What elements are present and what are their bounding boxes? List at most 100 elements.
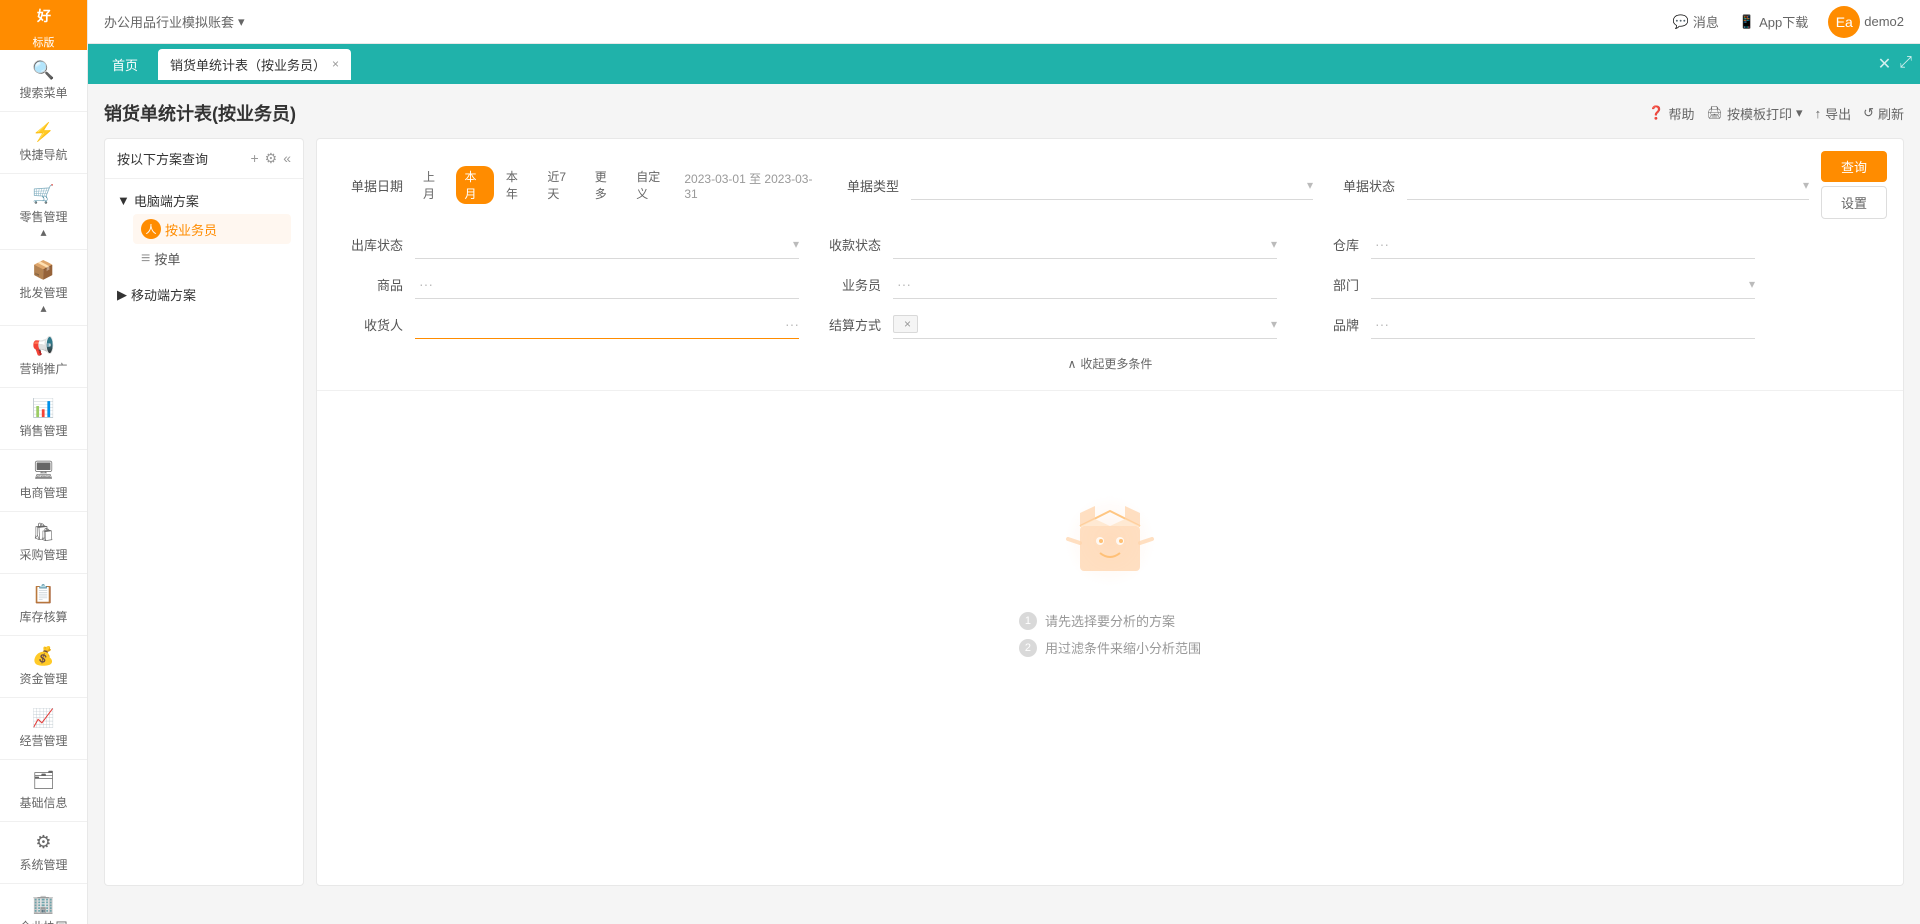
template-print-btn[interactable]: 🖨 按模板打印 ▾ — [1707, 104, 1803, 123]
settings-button[interactable]: 设置 — [1821, 186, 1887, 219]
sidebar-item-search[interactable]: 🔍 搜索菜单 — [0, 50, 87, 112]
settlement-select[interactable]: × ▾ — [893, 309, 1277, 339]
doc-status-select[interactable]: ▾ — [1407, 170, 1809, 200]
sidebar-item-label: 搜索菜单 — [19, 84, 67, 101]
settlement-chevron-icon: ▾ — [1271, 317, 1277, 331]
tab-home[interactable]: 首页 — [96, 49, 154, 80]
tree-desktop[interactable]: ▼ 电脑端方案 — [117, 187, 291, 214]
receiver-dots-icon[interactable]: ··· — [781, 316, 799, 332]
sidebar-item-label: 批发管理 — [19, 284, 67, 301]
date-filter: 上月 本月 本年 近7天 更多 自定义 2023-03-01 至 2023-03… — [415, 166, 817, 204]
username: demo2 — [1864, 14, 1904, 29]
sidebar-item-label: 采购管理 — [19, 546, 67, 563]
date-tab-lastmonth[interactable]: 上月 — [415, 166, 452, 204]
breadcrumb-text: 办公用品行业模拟账套 — [104, 12, 234, 31]
sidebar-item-quicknav[interactable]: ⚡ 快捷导航 — [0, 112, 87, 174]
date-tab-thismonth[interactable]: 本月 — [456, 166, 493, 204]
date-tab-7days[interactable]: 近7天 — [539, 166, 582, 204]
tab-close-icon[interactable]: × — [332, 58, 339, 70]
help-icon: ❓ — [1648, 105, 1664, 121]
sidebar-item-wholesale[interactable]: 📦 批发管理 ▴ — [0, 250, 87, 326]
sidebar-item-purchase[interactable]: 🛍 采购管理 — [0, 512, 87, 574]
filter-row-2: 出库状态 ▾ 收款状态 ▾ 仓库 ··· — [333, 229, 1887, 259]
warehouse-dots-icon[interactable]: ··· — [1371, 236, 1389, 252]
app-logo[interactable]: 好 标版 — [0, 0, 88, 50]
sidebar-item-sales[interactable]: 📊 销售管理 — [0, 388, 87, 450]
expand-icon: ▴ — [40, 301, 46, 315]
export-btn[interactable]: ↑ 导出 — [1815, 104, 1852, 123]
header-right: 💬 消息 📱 App下载 Ea demo2 — [1673, 6, 1904, 38]
sidebar-item-ecommerce[interactable]: 🖥 电商管理 — [0, 450, 87, 512]
date-tab-custom[interactable]: 自定义 — [628, 166, 676, 204]
receiver-control[interactable]: ··· — [415, 309, 799, 339]
print-label: 按模板打印 — [1727, 104, 1792, 123]
operations-icon: 📈 — [32, 708, 54, 729]
retail-icon: 🛒 — [32, 184, 54, 205]
warehouse-control[interactable]: ··· — [1371, 229, 1755, 259]
receiver-input[interactable] — [415, 316, 781, 331]
message-icon: 💬 — [1673, 14, 1689, 30]
salesperson-dots-icon[interactable]: ··· — [893, 276, 911, 292]
sidebar-item-label: 库存核算 — [19, 608, 67, 625]
collapse-conditions-btn[interactable]: ∧ 收起更多条件 — [333, 349, 1887, 378]
out-status-select[interactable]: ▾ — [415, 229, 799, 259]
scheme-tree: ▼ 电脑端方案 人 按业务员 ≡ 按单 ▶ — [105, 179, 303, 316]
tab-bar-actions: ✕ ⤢ — [1878, 54, 1912, 74]
quicknav-icon: ⚡ — [32, 122, 54, 143]
tab-maximize-icon[interactable]: ⤢ — [1899, 54, 1912, 74]
app-download-action[interactable]: 📱 App下载 — [1739, 12, 1808, 31]
sidebar-item-label: 快捷导航 — [19, 146, 67, 163]
user-profile[interactable]: Ea demo2 — [1828, 6, 1904, 38]
payment-status-select[interactable]: ▾ — [893, 229, 1277, 259]
tip-text-1: 请先选择要分析的方案 — [1045, 611, 1175, 630]
sidebar-item-finance[interactable]: 💰 资金管理 — [0, 636, 87, 698]
main-panel: 按以下方案查询 + ⚙ « ▼ 电脑端方案 人 按业 — [104, 138, 1904, 886]
print-dropdown-icon: ▾ — [1796, 105, 1803, 121]
settings-scheme-btn[interactable]: ⚙ — [265, 150, 278, 167]
message-action[interactable]: 💬 消息 — [1673, 12, 1719, 31]
add-scheme-btn[interactable]: + — [250, 150, 258, 167]
settlement-tag-close-icon[interactable]: × — [904, 317, 911, 331]
tab-home-label: 首页 — [112, 58, 138, 73]
tree-child-salesperson[interactable]: 人 按业务员 — [133, 214, 291, 244]
filter-row-3: 商品 ··· 业务员 ··· 部门 ▾ — [333, 269, 1887, 299]
doc-status-chevron-icon: ▾ — [1803, 178, 1809, 192]
tree-child-order[interactable]: ≡ 按单 — [133, 244, 291, 273]
date-tab-more[interactable]: 更多 — [587, 166, 624, 204]
query-button[interactable]: 查询 — [1821, 151, 1887, 182]
finance-icon: 💰 — [32, 646, 54, 667]
tree-mobile[interactable]: ▶ 移动端方案 — [117, 281, 291, 308]
department-label: 部门 — [1289, 275, 1359, 294]
sidebar-item-label: 系统管理 — [19, 856, 67, 873]
tab-close-window-icon[interactable]: ✕ — [1878, 54, 1891, 74]
sidebar-item-inventory[interactable]: 📋 库存核算 — [0, 574, 87, 636]
sidebar-item-marketing[interactable]: 📢 营销推广 — [0, 326, 87, 388]
salesperson-scheme-label: 按业务员 — [165, 220, 217, 239]
out-status-chevron-icon: ▾ — [793, 237, 799, 251]
main-area: 办公用品行业模拟账套 ▾ 💬 消息 📱 App下载 Ea demo2 首页 — [88, 0, 1920, 924]
product-control[interactable]: ··· — [415, 269, 799, 299]
breadcrumb-dropdown[interactable]: 办公用品行业模拟账套 ▾ — [104, 12, 245, 31]
tab-current[interactable]: 销货单统计表（按业务员） × — [158, 49, 351, 80]
help-btn[interactable]: ❓ 帮助 — [1648, 104, 1694, 123]
tip-num-1: 1 — [1019, 612, 1037, 630]
refresh-btn[interactable]: ↺ 刷新 — [1863, 104, 1904, 123]
salesperson-control[interactable]: ··· — [893, 269, 1277, 299]
download-icon: 📱 — [1739, 14, 1755, 30]
sidebar-item-retail[interactable]: 🛒 零售管理 ▴ — [0, 174, 87, 250]
department-select[interactable]: ▾ — [1371, 269, 1755, 299]
avatar: Ea — [1828, 6, 1860, 38]
department-chevron-icon: ▾ — [1749, 277, 1755, 291]
date-tab-thisyear[interactable]: 本年 — [498, 166, 535, 204]
sidebar-item-system[interactable]: ⚙ 系统管理 — [0, 822, 87, 884]
sidebar-item-operations[interactable]: 📈 经营管理 — [0, 698, 87, 760]
sidebar-item-basic[interactable]: 🗂 基础信息 — [0, 760, 87, 822]
export-label: 导出 — [1825, 104, 1851, 123]
sidebar-item-enterprise[interactable]: 🏢 企业协同 — [0, 884, 87, 924]
brand-dots-icon[interactable]: ··· — [1371, 316, 1389, 332]
product-dots-icon[interactable]: ··· — [415, 276, 433, 292]
brand-control[interactable]: ··· — [1371, 309, 1755, 339]
doc-type-select[interactable]: ▾ — [911, 170, 1313, 200]
payment-status-chevron-icon: ▾ — [1271, 237, 1277, 251]
collapse-panel-btn[interactable]: « — [283, 150, 291, 167]
